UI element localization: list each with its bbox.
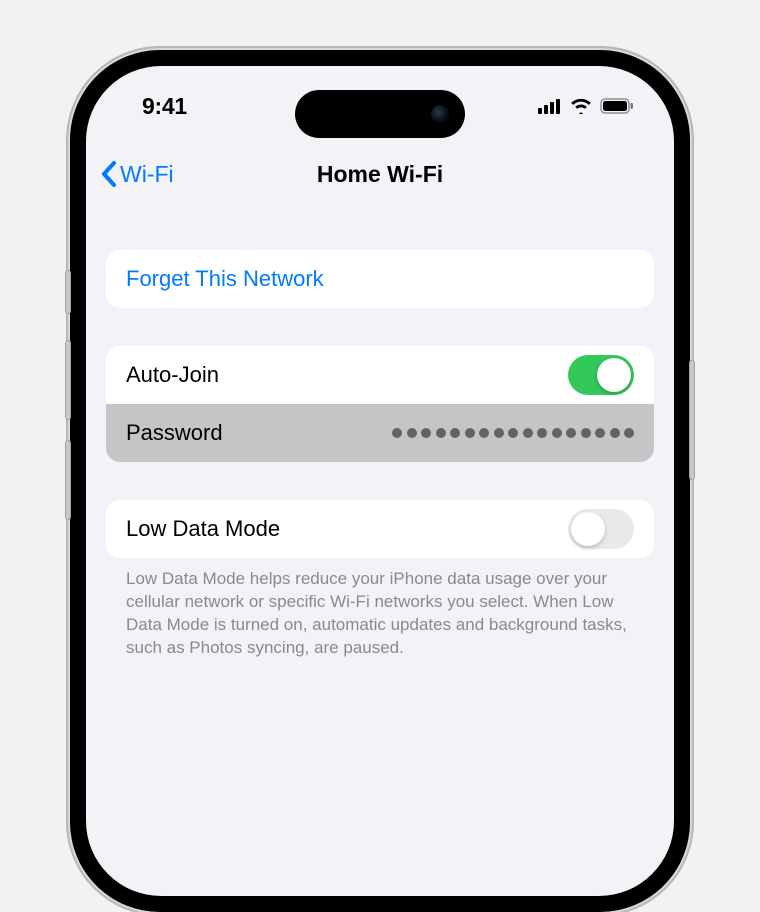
mute-switch [65,270,71,314]
forget-network-button[interactable]: Forget This Network [106,250,654,308]
page-title: Home Wi-Fi [317,161,443,188]
front-camera [431,105,449,123]
volume-up-button [65,340,71,420]
low-data-row: Low Data Mode [106,500,654,558]
auto-join-row: Auto-Join [106,346,654,404]
forget-label: Forget This Network [126,266,324,292]
password-value [392,428,634,438]
cellular-icon [538,98,562,114]
password-label: Password [126,420,223,446]
iphone-frame: 9:41 [70,50,690,912]
nav-bar: Wi-Fi Home Wi-Fi [86,146,674,202]
dynamic-island [295,90,465,138]
chevron-left-icon [100,160,118,188]
back-label: Wi-Fi [120,161,174,188]
forget-group: Forget This Network [106,250,654,308]
low-data-toggle[interactable] [568,509,634,549]
auto-join-label: Auto-Join [126,362,219,388]
status-time: 9:41 [142,93,187,120]
back-button[interactable]: Wi-Fi [100,160,174,188]
low-data-footer: Low Data Mode helps reduce your iPhone d… [106,558,654,660]
low-data-label: Low Data Mode [126,516,280,542]
toggle-knob [597,358,631,392]
auto-join-toggle[interactable] [568,355,634,395]
status-icons [538,98,634,114]
battery-icon [600,98,634,114]
volume-down-button [65,440,71,520]
wifi-icon [570,98,592,114]
lowdata-group: Low Data Mode [106,500,654,558]
password-row[interactable]: Password [106,404,654,462]
toggle-knob [571,512,605,546]
connection-group: Auto-Join Password [106,346,654,462]
power-button [689,360,695,480]
screen: 9:41 [86,66,674,896]
